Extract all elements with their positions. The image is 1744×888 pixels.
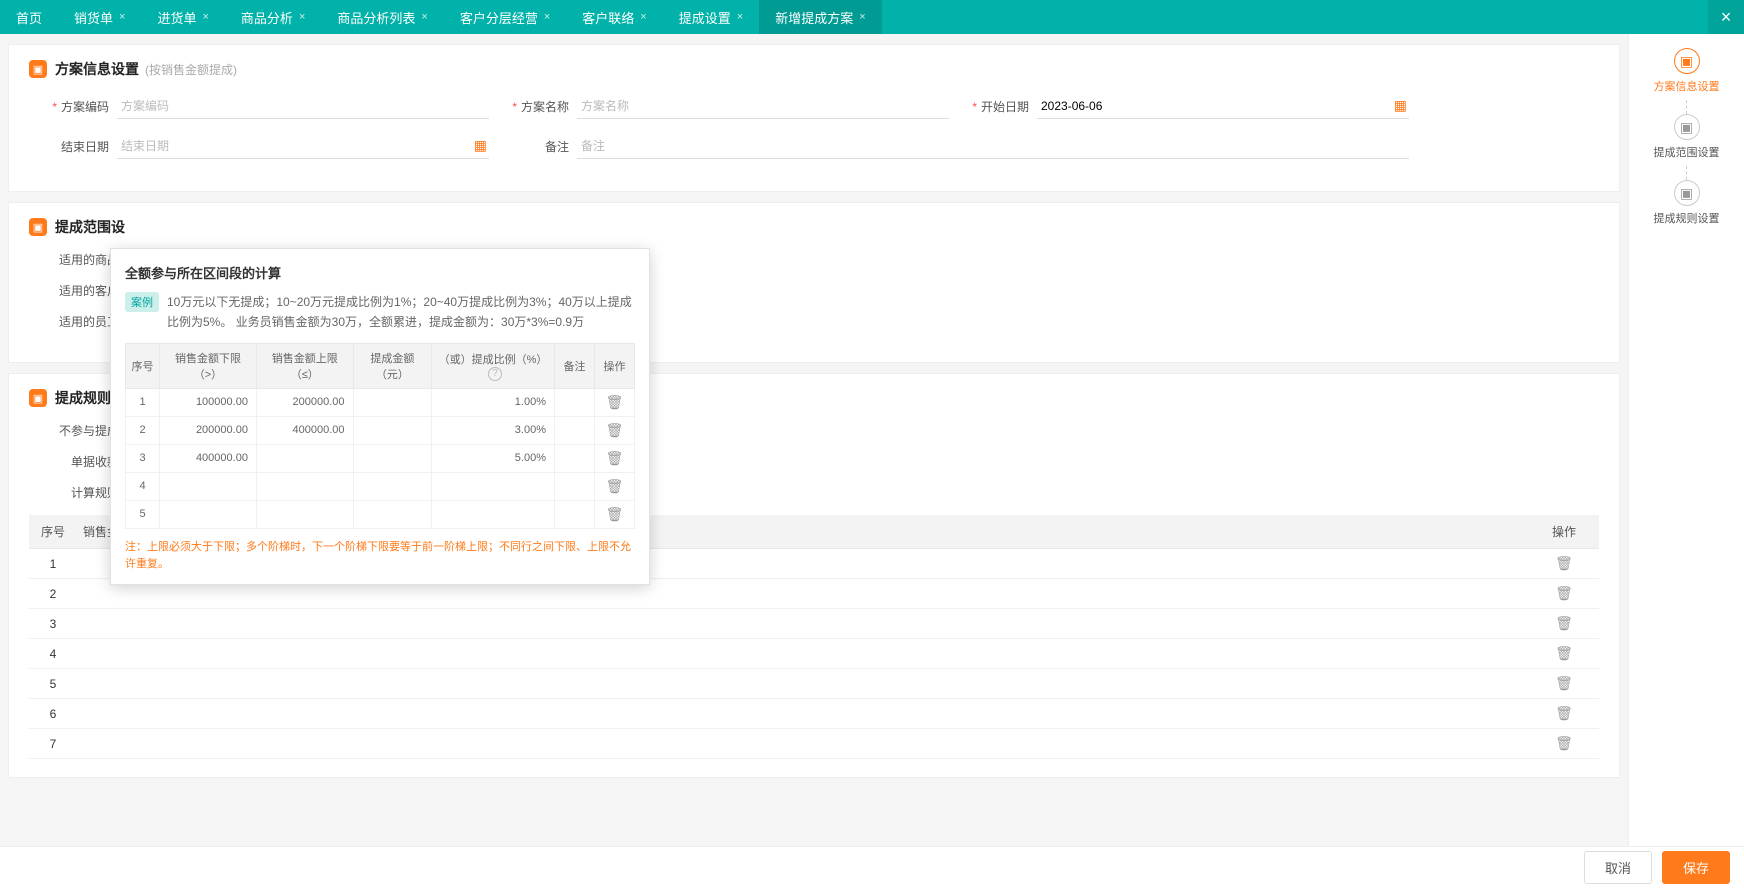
panel-icon: ▣: [29, 60, 47, 78]
trash-icon[interactable]: 🗑: [606, 450, 624, 466]
calendar-icon[interactable]: ▦: [474, 137, 487, 154]
tab-bar: 首页 销货单× 进货单× 商品分析× 商品分析列表× 客户分层经营× 客户联络×…: [0, 0, 1744, 34]
panel-title: 提成范围设: [55, 217, 125, 237]
footer-bar: 取消 保存: [0, 846, 1744, 888]
label-receipt: 单据收款: [29, 453, 119, 470]
label-end-date: 结束日期: [61, 140, 109, 154]
step-label: 方案信息设置: [1654, 78, 1720, 94]
trash-icon[interactable]: 🗑: [1555, 585, 1573, 601]
panel-subtitle: (按销售金额提成): [145, 61, 237, 78]
step-label: 提成规则设置: [1654, 210, 1720, 226]
step-sidebar: ▣ 方案信息设置 ▣ 提成范围设置 ▣ 提成规则设置: [1628, 34, 1744, 846]
step-icon: ▣: [1674, 114, 1700, 140]
label-applicable-customers: 适用的客户: [29, 282, 119, 299]
panel-icon: ▣: [29, 218, 47, 236]
tab-purchase-order[interactable]: 进货单×: [141, 0, 224, 34]
table-row[interactable]: 4🗑: [29, 639, 1599, 669]
trash-icon[interactable]: 🗑: [1555, 705, 1573, 721]
table-row: 5🗑: [126, 500, 635, 528]
tab-new-commission-plan[interactable]: 新增提成方案×: [759, 0, 881, 34]
trash-icon[interactable]: 🗑: [606, 478, 624, 494]
plan-name-input[interactable]: [577, 93, 949, 119]
trash-icon[interactable]: 🗑: [1555, 615, 1573, 631]
popup-note: 注：上限必须大于下限；多个阶梯时，下一个阶梯下限要等于前一阶梯上限；不同行之间下…: [125, 539, 635, 574]
trash-icon[interactable]: 🗑: [606, 422, 624, 438]
th-seq: 序号: [29, 515, 77, 549]
close-icon[interactable]: ×: [202, 11, 208, 23]
cancel-button[interactable]: 取消: [1584, 851, 1652, 884]
trash-icon[interactable]: 🗑: [1555, 645, 1573, 661]
label-start-date: 开始日期: [981, 100, 1029, 114]
table-row: 2200000.00400000.003.00%🗑: [126, 416, 635, 444]
remark-input[interactable]: [577, 133, 1409, 159]
step-commission-range[interactable]: ▣ 提成范围设置: [1629, 114, 1744, 160]
trash-icon[interactable]: 🗑: [606, 506, 624, 522]
save-button[interactable]: 保存: [1662, 851, 1730, 884]
label-applicable-products: 适用的商品: [29, 251, 119, 268]
close-icon[interactable]: ×: [640, 11, 646, 23]
table-row[interactable]: 6🗑: [29, 699, 1599, 729]
table-row[interactable]: 7🗑: [29, 729, 1599, 759]
plan-code-input[interactable]: [117, 93, 489, 119]
case-text: 10万元以下无提成；10~20万元提成比例为1%；20~40万提成比例为3%；4…: [167, 292, 635, 333]
table-row[interactable]: 3🗑: [29, 609, 1599, 639]
close-icon[interactable]: ×: [544, 11, 550, 23]
close-icon[interactable]: ×: [737, 11, 743, 23]
step-commission-rules[interactable]: ▣ 提成规则设置: [1629, 180, 1744, 226]
tier-full-help-popup: 全额参与所在区间段的计算 案例 10万元以下无提成；10~20万元提成比例为1%…: [110, 248, 650, 585]
help-icon: ?: [488, 367, 502, 381]
table-row[interactable]: 5🗑: [29, 669, 1599, 699]
label-remark: 备注: [545, 140, 569, 154]
tab-customer-tier[interactable]: 客户分层经营×: [444, 0, 566, 34]
tab-home[interactable]: 首页: [0, 0, 58, 34]
label-no-commission: 不参与提成: [29, 422, 119, 439]
table-row: 1100000.00200000.001.00%🗑: [126, 388, 635, 416]
step-plan-info[interactable]: ▣ 方案信息设置: [1629, 48, 1744, 94]
close-icon[interactable]: ×: [299, 11, 305, 23]
tab-commission-settings[interactable]: 提成设置×: [663, 0, 759, 34]
close-icon[interactable]: ×: [859, 11, 865, 23]
trash-icon[interactable]: 🗑: [1555, 675, 1573, 691]
table-row: 4🗑: [126, 472, 635, 500]
trash-icon[interactable]: 🗑: [1555, 735, 1573, 751]
th-action: 操作: [1529, 515, 1599, 549]
trash-icon[interactable]: 🗑: [606, 394, 624, 410]
panel-icon: ▣: [29, 389, 47, 407]
tab-product-analysis-list[interactable]: 商品分析列表×: [321, 0, 443, 34]
step-label: 提成范围设置: [1654, 144, 1720, 160]
close-icon[interactable]: ×: [421, 11, 427, 23]
popup-example-table: 序号 销售金额下限（>） 销售金额上限（≤） 提成金额（元） （或）提成比例（%…: [125, 343, 635, 529]
trash-icon[interactable]: 🗑: [1555, 555, 1573, 571]
label-plan-code: 方案编码: [61, 100, 109, 114]
th-remark: 备注: [597, 515, 1529, 549]
tab-customer-contact[interactable]: 客户联络×: [566, 0, 662, 34]
tab-product-analysis[interactable]: 商品分析×: [225, 0, 321, 34]
panel-plan-info: ▣ 方案信息设置 (按销售金额提成) *方案编码 *方案名称 *开始日期: [8, 44, 1620, 192]
step-icon: ▣: [1674, 180, 1700, 206]
label-applicable-staff: 适用的员工: [29, 313, 119, 330]
calendar-icon[interactable]: ▦: [1394, 97, 1407, 114]
popup-title: 全额参与所在区间段的计算: [125, 263, 635, 282]
table-row: 3400000.005.00%🗑: [126, 444, 635, 472]
start-date-input[interactable]: [1037, 93, 1409, 119]
step-icon: ▣: [1674, 48, 1700, 74]
close-icon[interactable]: ×: [119, 11, 125, 23]
case-tag: 案例: [125, 292, 159, 312]
tab-sales-order[interactable]: 销货单×: [58, 0, 141, 34]
label-calc-rule: 计算规则: [29, 484, 119, 501]
label-plan-name: 方案名称: [521, 100, 569, 114]
panel-title: 方案信息设置: [55, 59, 139, 79]
end-date-input[interactable]: [117, 133, 489, 159]
close-all-button[interactable]: ×: [1708, 0, 1744, 34]
